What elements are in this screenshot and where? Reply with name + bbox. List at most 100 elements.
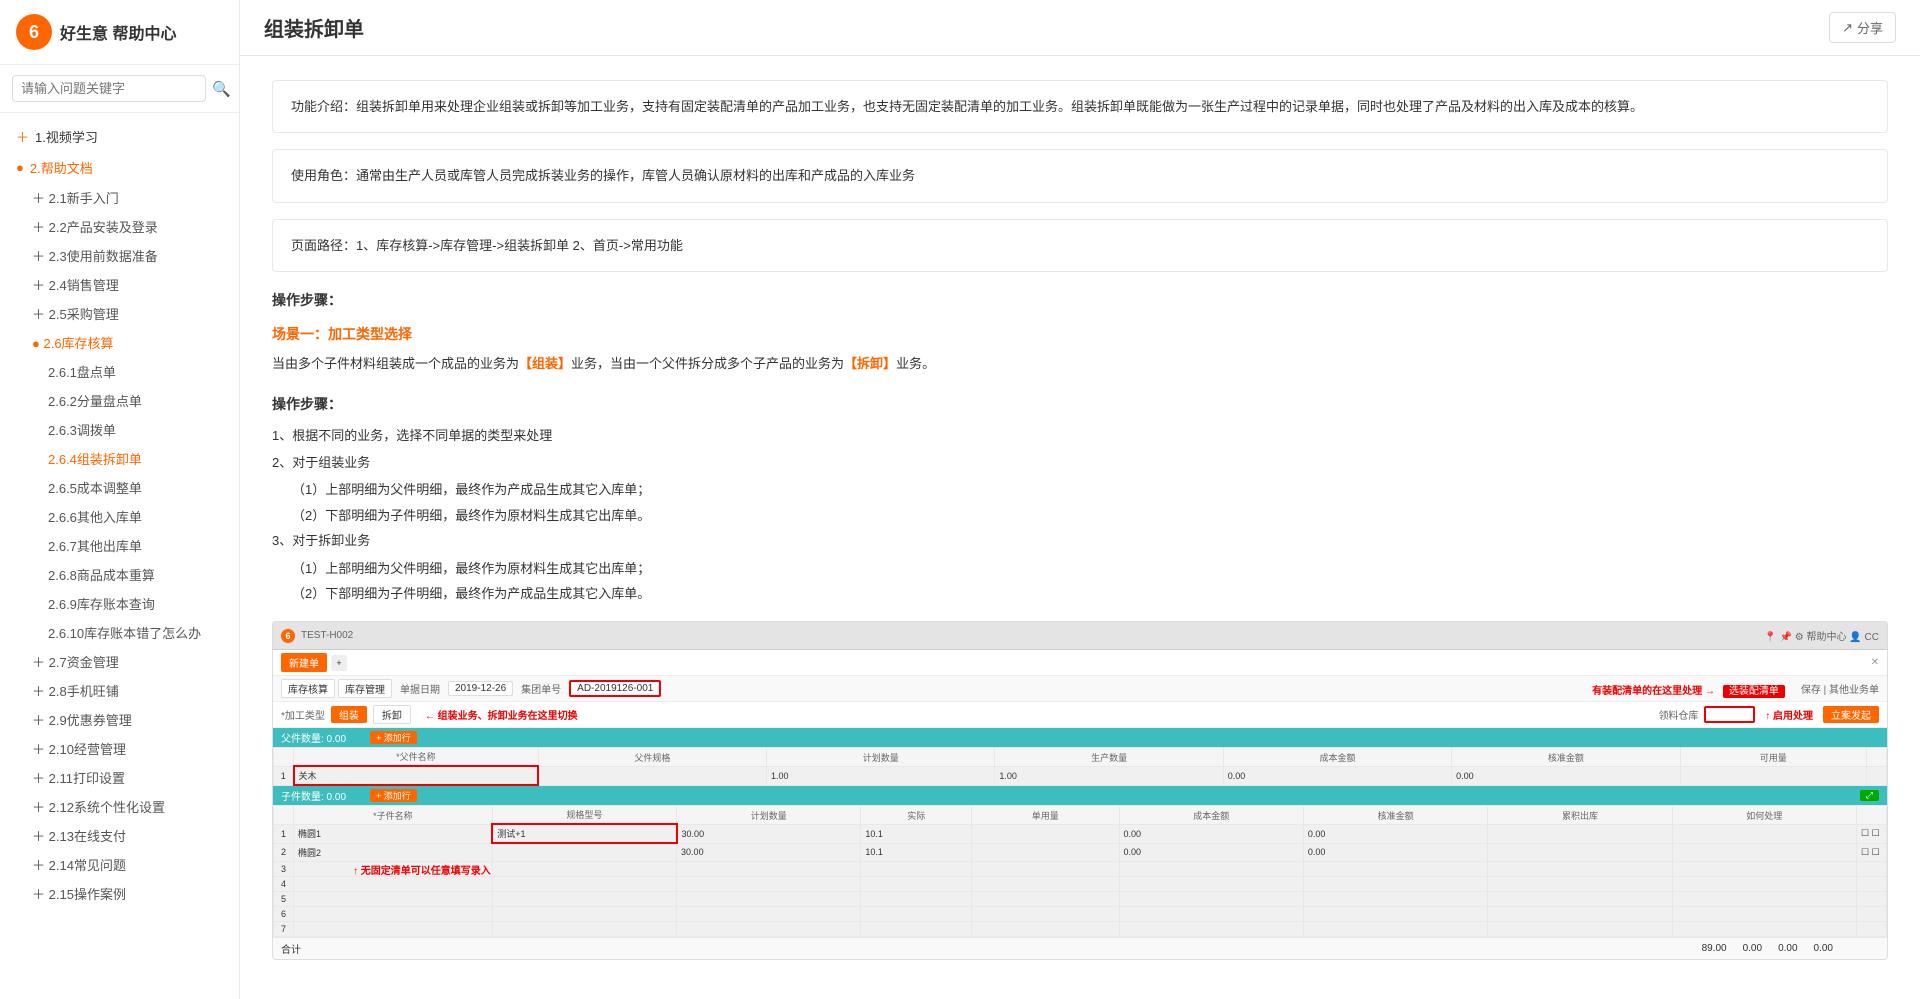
mock-type-label: *加工类型	[281, 707, 325, 722]
mock-warehouse-input	[1704, 706, 1755, 723]
sidebar-item-help-docs[interactable]: ● 2.帮助文档	[0, 152, 239, 183]
page-path-text: 页面路径：1、库存核算->库存管理->组装拆卸单 2、首页->常用功能	[291, 238, 683, 253]
sidebar-item-mobile[interactable]: ＋ 2.8手机旺铺	[0, 676, 239, 705]
steps-title: 操作步骤：	[272, 394, 1888, 414]
step-2-1: （1）上部明细为父件明细，最终作为产成品生成其它入库单；	[272, 478, 1888, 501]
step-3: 3、对于拆卸业务	[272, 529, 1888, 552]
mock-footer-totals: 合计 89.00 0.00 0.00 0.00	[273, 937, 1887, 959]
plus-icon: ＋	[16, 127, 29, 146]
sidebar: 6 好生意 帮助中心 🔍 ＋ 1.视频学习 ● 2.帮助文档 ＋ 2.1新手入门…	[0, 0, 240, 999]
mock-expand-icon: ⤢	[1860, 790, 1879, 801]
sidebar-item-cost-recalc[interactable]: 2.6.8商品成本重算	[0, 560, 239, 589]
mock-warehouse-label: 领料仓库	[1658, 707, 1698, 722]
page-title: 组装拆卸单	[264, 13, 364, 42]
scenario1-desc: 当由多个子件材料组装成一个成品的业务为【组装】业务，当由一个父件拆分成多个子产品…	[272, 352, 1888, 375]
sidebar-item-faq[interactable]: ＋ 2.14常见问题	[0, 850, 239, 879]
sidebar-item-other-out[interactable]: 2.6.7其他出库单	[0, 531, 239, 560]
mock-child-row-2: 2 椭圆2 30.00 10.1 0.00 0.00 ☐ ☐	[274, 843, 1887, 861]
annotation-4: ↑ 无固定清单可以任意填写录入	[353, 862, 491, 877]
sidebar-item-print[interactable]: ＋ 2.11打印设置	[0, 763, 239, 792]
mock-select-btn: 选装配清单	[1723, 685, 1785, 698]
sidebar-item-assembly[interactable]: 2.6.4组装拆卸单	[0, 444, 239, 473]
search-button[interactable]: 🔍	[212, 80, 231, 98]
sidebar-item-partial-check[interactable]: 2.6.2分量盘点单	[0, 386, 239, 415]
sidebar-item-transfer[interactable]: 2.6.3调拨单	[0, 415, 239, 444]
mock-tab-icon: +	[331, 655, 347, 671]
logo-text: 好生意 帮助中心	[60, 20, 176, 44]
mock-add-row: + 添加行	[370, 731, 417, 744]
mock-child-row-6: 6	[274, 906, 1887, 921]
sidebar-item-other-in[interactable]: 2.6.6其他入库单	[0, 502, 239, 531]
scenario1-title: 场景一：加工类型选择	[272, 324, 1888, 344]
feature-intro-block: 功能介绍：组装拆卸单用来处理企业组装或拆卸等加工业务，支持有固定装配清单的产品加…	[272, 80, 1888, 133]
mock-parent-header: 父件数量: 0.00 + 添加行	[273, 728, 1887, 747]
sidebar-item-sales[interactable]: ＋ 2.4销售管理	[0, 270, 239, 299]
sidebar-item-ledger-fix[interactable]: 2.6.10库存账本错了怎么办	[0, 618, 239, 647]
logo-area: 6 好生意 帮助中心	[0, 0, 239, 65]
mock-date-label: 单据日期	[400, 681, 440, 696]
sidebar-item-cost-adjust[interactable]: 2.6.5成本调整单	[0, 473, 239, 502]
feature-intro-text: 功能介绍：组装拆卸单用来处理企业组装或拆卸等加工业务，支持有固定装配清单的产品加…	[291, 99, 1643, 114]
operations-title: 操作步骤：	[272, 290, 1888, 310]
user-role-text: 使用角色：通常由生产人员或库管人员完成拆装业务的操作，库管人员确认原材料的出库和…	[291, 168, 915, 183]
mock-child-row-3: 3	[274, 861, 1887, 876]
sidebar-nav: ＋ 1.视频学习 ● 2.帮助文档 ＋ 2.1新手入门 ＋ 2.2产品安装及登录…	[0, 113, 239, 999]
share-icon: ↗	[1842, 20, 1853, 36]
page-path-block: 页面路径：1、库存核算->库存管理->组装拆卸单 2、首页->常用功能	[272, 219, 1888, 272]
mock-doc-value: AD-2019126-001	[569, 680, 661, 697]
mock-type-assemble: 组装	[331, 706, 367, 723]
sidebar-item-personalize[interactable]: ＋ 2.12系统个性化设置	[0, 792, 239, 821]
main-area: 组装拆卸单 ↗ 分享 功能介绍：组装拆卸单用来处理企业组装或拆卸等加工业务，支持…	[240, 0, 1920, 999]
mock-new-tab: 新建单	[281, 653, 327, 672]
sidebar-item-purchase[interactable]: ＋ 2.5采购管理	[0, 299, 239, 328]
sidebar-item-ops[interactable]: ＋ 2.10经营管理	[0, 734, 239, 763]
mock-close-btn: ✕	[1871, 657, 1879, 668]
mock-child-row-7: 7	[274, 921, 1887, 936]
minus-icon: ●	[16, 160, 24, 175]
main-header: 组装拆卸单 ↗ 分享	[240, 0, 1920, 56]
sidebar-item-data-prep[interactable]: ＋ 2.3使用前数据准备	[0, 241, 239, 270]
sidebar-item-install[interactable]: ＋ 2.2产品安装及登录	[0, 212, 239, 241]
search-bar[interactable]: 🔍	[0, 65, 239, 113]
sidebar-item-video[interactable]: ＋ 1.视频学习	[0, 121, 239, 152]
mock-date-value: 2019-12-26	[448, 681, 513, 696]
annotation-1: 有装配清单的在这里处理 →	[1592, 686, 1715, 697]
mock-parent-row: 1 关木 1.00 1.00 0.00 0.00	[274, 766, 1887, 785]
user-role-block: 使用角色：通常由生产人员或库管人员完成拆装业务的操作，库管人员确认原材料的出库和…	[272, 149, 1888, 202]
mock-child-row-5: 5	[274, 891, 1887, 906]
logo-icon: 6	[16, 14, 52, 50]
mock-save-btn: 保存 | 其他业务单	[1801, 681, 1879, 696]
mock-parent-table: *父件名称 父件规格 计划数量 生产数量 成本金额 核准金额 可用量 1	[273, 747, 1887, 786]
sidebar-item-inventory[interactable]: ● 2.6库存核算	[0, 328, 239, 357]
mock-doc-label: 集团单号	[521, 681, 561, 696]
mock-child-row-4: 4	[274, 876, 1887, 891]
search-input[interactable]	[12, 75, 206, 102]
mock-add-child-row: + 添加行	[370, 789, 417, 802]
step-2: 2、对于组装业务	[272, 451, 1888, 474]
mock-child-row-1: 1 椭圆1 测试+1 30.00 10.1 0.00 0.00 ☐ ☐	[274, 824, 1887, 843]
step-1: 1、根据不同的业务，选择不同单据的类型来处理	[272, 424, 1888, 447]
mock-titlebar-id: TEST-H002	[301, 630, 353, 641]
step-2-2: （2）下部明细为子件明细，最终作为原材料生成其它出库单。	[272, 504, 1888, 527]
sidebar-item-ledger-query[interactable]: 2.6.9库存账本查询	[0, 589, 239, 618]
mock-topbar-icons: 📍 📌 ⚙ 帮助中心 👤 CC	[1764, 628, 1879, 643]
mock-type-disassemble: 拆卸	[373, 705, 411, 724]
annotation-2: ← 组装业务、拆卸业务在这里切换	[425, 707, 578, 722]
mock-child-table: *子件名称 规格型号 计划数量 实际 单用量 成本金额 核准金额 累积出库 如何…	[273, 805, 1887, 937]
step-3-2: （2）下部明细为子件明细，最终作为产成品生成其它入库单。	[272, 582, 1888, 605]
mock-child-header: 子件数量: 0.00 + 添加行 ⤢	[273, 786, 1887, 805]
mock-action-btns: 库存核算 库存管理	[281, 679, 392, 698]
annotation-3: ↑ 启用处理	[1765, 707, 1813, 722]
step-3-1: （1）上部明细为父件明细，最终作为原材料生成其它出库单；	[272, 557, 1888, 580]
sidebar-item-coupon[interactable]: ＋ 2.9优惠券管理	[0, 705, 239, 734]
sidebar-item-finance[interactable]: ＋ 2.7资金管理	[0, 647, 239, 676]
mock-logo: 6	[281, 629, 295, 643]
sidebar-item-cases[interactable]: ＋ 2.15操作案例	[0, 879, 239, 908]
sidebar-item-payment[interactable]: ＋ 2.13在线支付	[0, 821, 239, 850]
main-content: 功能介绍：组装拆卸单用来处理企业组装或拆卸等加工业务，支持有固定装配清单的产品加…	[240, 56, 1920, 999]
screenshot-container: 6 TEST-H002 📍 📌 ⚙ 帮助中心 👤 CC 新建单 + ✕ 库存核算…	[272, 621, 1888, 960]
share-button[interactable]: ↗ 分享	[1829, 12, 1896, 43]
mock-confirm-btn: 立案发起	[1823, 706, 1879, 723]
sidebar-item-newcomer[interactable]: ＋ 2.1新手入门	[0, 183, 239, 212]
sidebar-item-inventory-check[interactable]: 2.6.1盘点单	[0, 357, 239, 386]
